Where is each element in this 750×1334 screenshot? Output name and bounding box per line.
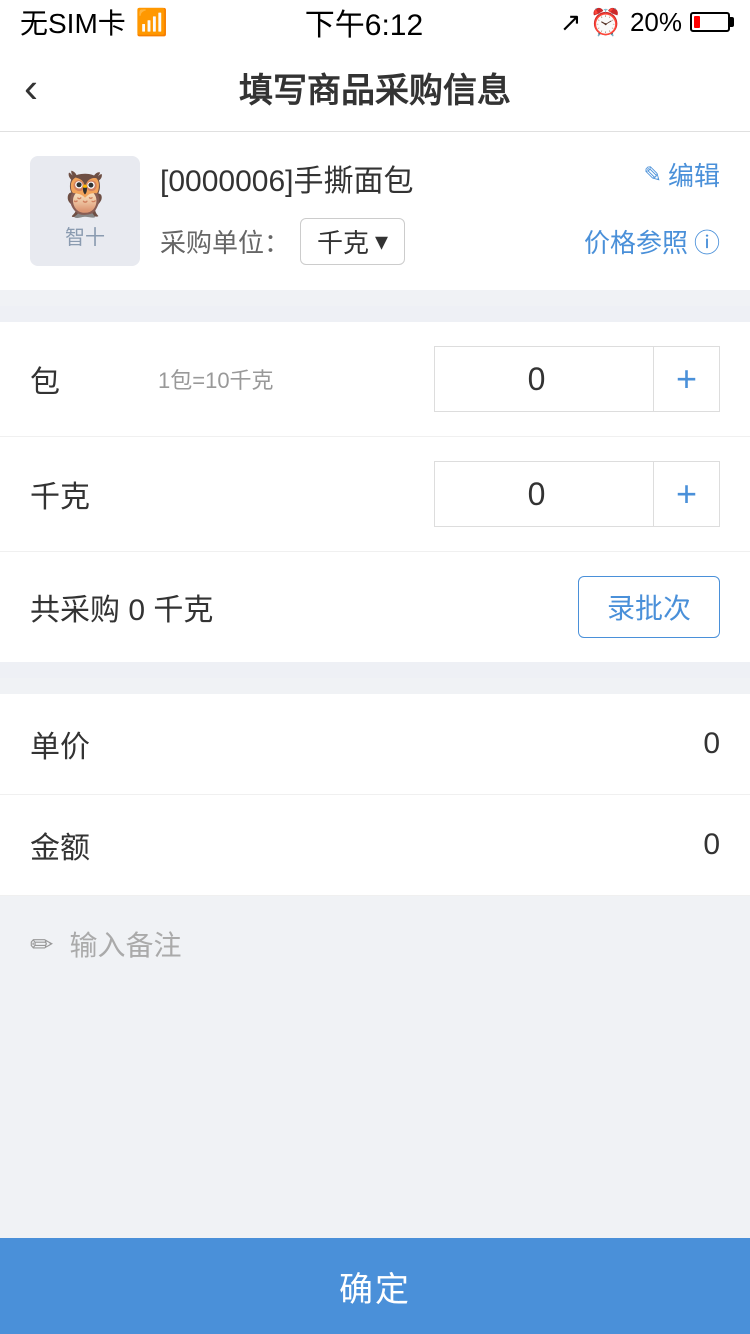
- battery-indicator: [690, 12, 730, 32]
- section-divider-2: [0, 662, 750, 678]
- unit-price-row: 单价 0: [0, 694, 750, 795]
- battery-percent: 20%: [630, 7, 682, 38]
- unit-price-value: 0: [703, 727, 720, 761]
- remark-placeholder: 输入备注: [69, 924, 181, 964]
- product-thumb-label: 智十: [65, 221, 105, 250]
- bag-input-right: +: [434, 346, 720, 412]
- nav-bar: ‹ 填写商品采购信息: [0, 44, 750, 132]
- amount-value: 0: [703, 828, 720, 862]
- status-left: 无SIM卡 📶: [20, 2, 168, 42]
- section-divider-1: [0, 306, 750, 322]
- kg-input-right: +: [434, 461, 720, 527]
- unit-label-row: 采购单位： 千克 ▾: [160, 218, 405, 265]
- kg-quantity-input[interactable]: [434, 461, 654, 527]
- time-label: 下午6:12: [305, 0, 423, 44]
- help-icon: ⓘ: [694, 223, 720, 260]
- price-ref-label: 价格参照: [584, 223, 688, 260]
- wifi-icon: 📶: [136, 7, 168, 38]
- amount-label: 金额: [30, 823, 90, 867]
- edit-button[interactable]: ✎ 编辑: [644, 156, 720, 193]
- status-bar: 无SIM卡 📶 下午6:12 ↗ ⏰ 20%: [0, 0, 750, 44]
- product-name: [0000006]手撕面包: [160, 156, 413, 200]
- price-ref-button[interactable]: 价格参照 ⓘ: [584, 223, 720, 260]
- product-thumbnail: 🦉 智十: [30, 156, 140, 266]
- remark-section[interactable]: ✏ 输入备注: [0, 896, 750, 992]
- bag-input-row: 包 1包=10千克 +: [0, 322, 750, 437]
- kg-plus-button[interactable]: +: [654, 461, 720, 527]
- unit-select[interactable]: 千克 ▾: [300, 218, 405, 265]
- bag-sublabel: 1包=10千克: [158, 363, 274, 395]
- bag-label: 包: [30, 357, 150, 401]
- unit-value: 千克: [317, 223, 369, 260]
- bag-plus-button[interactable]: +: [654, 346, 720, 412]
- unit-price-label: 单价: [30, 722, 90, 766]
- input-section: 包 1包=10千克 + 千克 +: [0, 322, 750, 552]
- page-title: 填写商品采购信息: [239, 63, 511, 112]
- kg-input-row: 千克 +: [0, 437, 750, 552]
- confirm-button[interactable]: 确定: [0, 1238, 750, 1334]
- back-button[interactable]: ‹: [24, 67, 38, 109]
- kg-label: 千克: [30, 472, 150, 516]
- edit-icon: ✎: [644, 162, 662, 188]
- alarm-icon: ⏰: [590, 7, 622, 38]
- summary-row: 共采购 0 千克 录批次: [0, 552, 750, 662]
- edit-label: 编辑: [668, 156, 720, 193]
- product-owl-icon: 🦉: [58, 173, 113, 217]
- pencil-icon: ✏: [30, 928, 53, 961]
- summary-text: 共采购 0 千克: [30, 585, 213, 629]
- product-info: [0000006]手撕面包 ✎ 编辑 采购单位： 千克 ▾ 价格参照 ⓘ: [160, 156, 720, 265]
- bag-quantity-input[interactable]: [434, 346, 654, 412]
- location-icon: ↗: [560, 7, 582, 38]
- amount-row: 金额 0: [0, 795, 750, 896]
- status-right: ↗ ⏰ 20%: [560, 7, 730, 38]
- batch-button[interactable]: 录批次: [578, 576, 720, 638]
- dropdown-icon: ▾: [375, 226, 388, 257]
- product-card: 🦉 智十 [0000006]手撕面包 ✎ 编辑 采购单位： 千克 ▾ 价格参照 …: [0, 132, 750, 290]
- price-section: 单价 0 金额 0: [0, 694, 750, 896]
- unit-prefix: 采购单位：: [160, 223, 290, 260]
- carrier-label: 无SIM卡: [20, 2, 126, 42]
